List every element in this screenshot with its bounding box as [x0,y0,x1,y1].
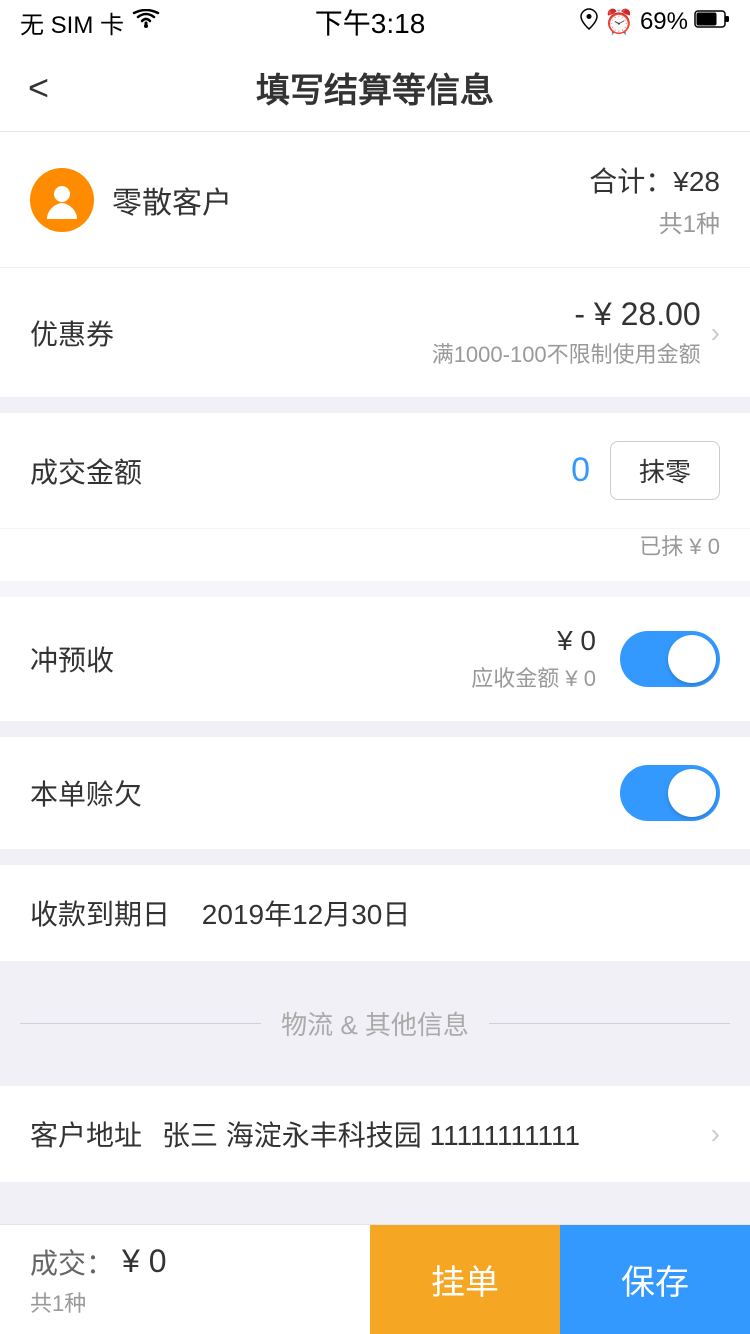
address-value: 张三 海淀永丰科技园 11111111111 [162,1114,691,1154]
coupon-right: - ¥ 28.00 满1000-100不限制使用金额 › [432,296,720,369]
due-date-row: 收款到期日 2019年12月30日 [0,865,750,961]
total-count: 共1种 [589,204,720,239]
save-button-label: 保存 [621,1255,689,1304]
section-divider [0,581,750,597]
customer-row[interactable]: 零散客户 合计：¥28 共1种 [0,132,750,267]
precollect-label: 冲预收 [30,639,114,679]
logistics-separator: 物流 & 其他信息 [0,977,750,1070]
total-amount: 合计：¥28 [589,160,720,200]
coupon-label: 优惠券 [30,313,114,353]
person-icon [43,181,81,219]
alarm-icon: ⏰ [604,8,634,37]
precollect-amount: ¥ 0 [471,625,596,657]
bottom-info: 成交： ¥ 0 共1种 [0,1225,370,1334]
nav-bar: < 填写结算等信息 [0,44,750,132]
transaction-row: 成交金额 0 抹零 已抹 ¥ 0 [0,413,750,581]
address-row[interactable]: 客户地址 张三 海淀永丰科技园 11111111111 › [0,1086,750,1182]
receivable-amount-text: 应收金额 ¥ 0 [471,661,596,693]
hold-button[interactable]: 挂单 [370,1225,560,1334]
credit-toggle-knob [668,769,716,817]
customer-name: 零散客户 [112,178,232,222]
bottom-total: 成交： ¥ 0 [30,1242,340,1282]
logistics-label: 物流 & 其他信息 [281,1005,469,1042]
coupon-row[interactable]: 优惠券 - ¥ 28.00 满1000-100不限制使用金额 › [0,267,750,397]
transaction-label: 成交金额 [30,451,142,491]
bottom-total-value: ¥ 0 [122,1243,166,1280]
bottom-count: 共1种 [30,1286,340,1318]
transaction-section: 成交金额 0 抹零 已抹 ¥ 0 冲预收 ¥ 0 应收金额 ¥ 0 [0,413,750,721]
coupon-discount: - ¥ 28.00 满1000-100不限制使用金额 [432,296,701,369]
status-left: 无 SIM 卡 [20,5,160,40]
customer-left: 零散客户 [30,168,232,232]
status-bar: 无 SIM 卡 下午3:18 ⏰ 69% [0,0,750,44]
coupon-chevron-icon: › [711,317,720,349]
back-button[interactable]: < [28,67,49,109]
location-icon [580,8,598,37]
customer-summary: 合计：¥28 共1种 [589,160,720,239]
hold-button-label: 挂单 [431,1255,499,1304]
round-off-button[interactable]: 抹零 [610,441,720,500]
precollect-values: ¥ 0 应收金额 ¥ 0 [471,625,596,693]
credit-label: 本单赊欠 [30,773,142,813]
address-label: 客户地址 [30,1114,142,1154]
rounded-amount-text: 已抹 ¥ 0 [639,534,720,559]
transaction-value: 0 [571,451,590,490]
battery-icon [694,8,730,36]
no-sim-text: 无 SIM 卡 [20,5,124,40]
credit-toggle[interactable] [620,765,720,821]
credit-row: 本单赊欠 [0,737,750,849]
content: 零散客户 合计：¥28 共1种 优惠券 - ¥ 28.00 满1000-100不… [0,132,750,1302]
credit-section: 本单赊欠 收款到期日 2019年12月30日 [0,737,750,961]
coupon-amount: - ¥ 28.00 [432,296,701,333]
status-right: ⏰ 69% [580,8,730,37]
due-date-value: 2019年12月30日 [202,899,411,930]
precollect-right: ¥ 0 应收金额 ¥ 0 [471,625,720,693]
address-chevron-icon: › [711,1118,720,1150]
transaction-right: 0 抹零 [571,441,720,500]
wifi-icon [132,8,160,36]
precollect-toggle[interactable] [620,631,720,687]
bottom-bar: 成交： ¥ 0 共1种 挂单 保存 [0,1224,750,1334]
separator-line-left [20,1023,261,1024]
customer-coupon-section: 零散客户 合计：¥28 共1种 优惠券 - ¥ 28.00 满1000-100不… [0,132,750,397]
toggle-knob [668,635,716,683]
save-button[interactable]: 保存 [560,1225,750,1334]
nav-title: 填写结算等信息 [256,63,494,112]
transaction-amount-row: 成交金额 0 抹零 [0,413,750,529]
separator-line-right [489,1023,730,1024]
status-time: 下午3:18 [315,2,426,42]
precollect-row: 冲预收 ¥ 0 应收金额 ¥ 0 [0,597,750,721]
battery-percent: 69% [640,8,688,36]
coupon-description: 满1000-100不限制使用金额 [432,337,701,369]
due-date-label: 收款到期日 [30,899,170,930]
customer-avatar [30,168,94,232]
bottom-total-label: 成交： [30,1242,114,1282]
